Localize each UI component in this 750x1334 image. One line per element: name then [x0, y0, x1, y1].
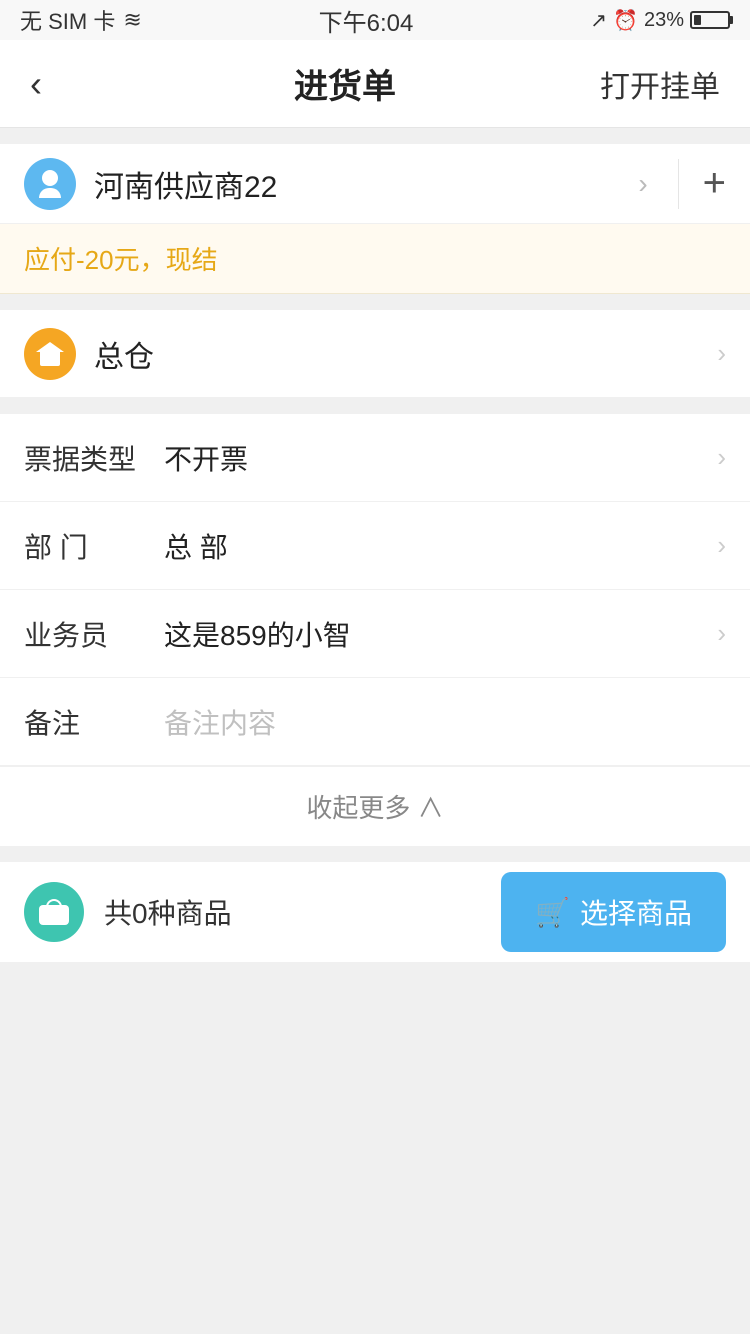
- supplier-name: 河南供应商22: [94, 162, 638, 206]
- nav-bar: ‹ 进货单 打开挂单: [0, 40, 750, 128]
- remark-row[interactable]: 备注 备注内容: [0, 678, 750, 766]
- salesperson-label: 业务员: [24, 614, 154, 654]
- section-divider-3: [0, 398, 750, 414]
- product-bar: 共0种商品 🛒 选择商品: [0, 862, 750, 962]
- department-value: 总 部: [154, 526, 717, 566]
- warehouse-icon: [24, 328, 76, 380]
- status-right: ↗ ⏰ 23%: [590, 8, 730, 33]
- warehouse-name: 总仓: [94, 332, 717, 376]
- department-label: 部 门: [24, 526, 154, 566]
- status-left: 无 SIM 卡 ≋: [20, 4, 142, 36]
- department-arrow-icon: ›: [717, 530, 726, 561]
- section-divider-4: [0, 846, 750, 862]
- collapse-row[interactable]: 收起更多 ∧: [0, 766, 750, 846]
- status-time: 下午6:04: [319, 3, 414, 38]
- product-count-label: 共0种商品: [104, 892, 501, 932]
- alarm-icon: ⏰: [613, 8, 638, 33]
- warehouse-row[interactable]: 总仓 ›: [0, 310, 750, 398]
- salesperson-value: 这是859的小智: [154, 614, 717, 654]
- invoice-type-row[interactable]: 票据类型 不开票 ›: [0, 414, 750, 502]
- carrier-label: 无 SIM 卡: [20, 4, 115, 36]
- salesperson-row[interactable]: 业务员 这是859的小智 ›: [0, 590, 750, 678]
- collapse-button[interactable]: 收起更多 ∧: [306, 788, 443, 825]
- section-divider-2: [0, 294, 750, 310]
- invoice-type-arrow-icon: ›: [717, 442, 726, 473]
- select-product-button[interactable]: 🛒 选择商品: [501, 872, 726, 952]
- shopping-bag-icon: [39, 899, 69, 925]
- cart-icon: 🛒: [535, 896, 570, 929]
- page-title: 进货单: [294, 59, 396, 108]
- person-icon: [36, 170, 64, 198]
- location-icon: ↗: [590, 8, 607, 33]
- department-row[interactable]: 部 门 总 部 ›: [0, 502, 750, 590]
- remark-input[interactable]: 备注内容: [154, 702, 726, 742]
- select-product-label: 选择商品: [580, 892, 692, 932]
- open-pending-button[interactable]: 打开挂单: [600, 62, 720, 106]
- page-background: [0, 962, 750, 1262]
- warehouse-arrow-icon: ›: [717, 338, 726, 369]
- invoice-type-label: 票据类型: [24, 438, 154, 478]
- battery-icon: [690, 11, 730, 29]
- vertical-divider: [678, 159, 679, 209]
- section-divider-1: [0, 128, 750, 144]
- supplier-avatar: [24, 158, 76, 210]
- invoice-type-value: 不开票: [154, 438, 717, 478]
- battery-percent: 23%: [644, 9, 684, 32]
- status-bar: 无 SIM 卡 ≋ 下午6:04 ↗ ⏰ 23%: [0, 0, 750, 40]
- supplier-row[interactable]: 河南供应商22 › +: [0, 144, 750, 224]
- wifi-icon: ≋: [123, 7, 141, 33]
- product-icon: [24, 882, 84, 942]
- notice-text: 应付-20元，现结: [24, 245, 218, 275]
- form-section: 票据类型 不开票 › 部 门 总 部 › 业务员 这是859的小智 › 备注 备…: [0, 414, 750, 846]
- salesperson-arrow-icon: ›: [717, 618, 726, 649]
- remark-label: 备注: [24, 702, 154, 742]
- house-icon: [36, 342, 64, 366]
- back-button[interactable]: ‹: [30, 63, 90, 105]
- add-supplier-button[interactable]: +: [703, 161, 726, 206]
- supplier-arrow-icon: ›: [638, 168, 647, 200]
- notice-bar: 应付-20元，现结: [0, 224, 750, 294]
